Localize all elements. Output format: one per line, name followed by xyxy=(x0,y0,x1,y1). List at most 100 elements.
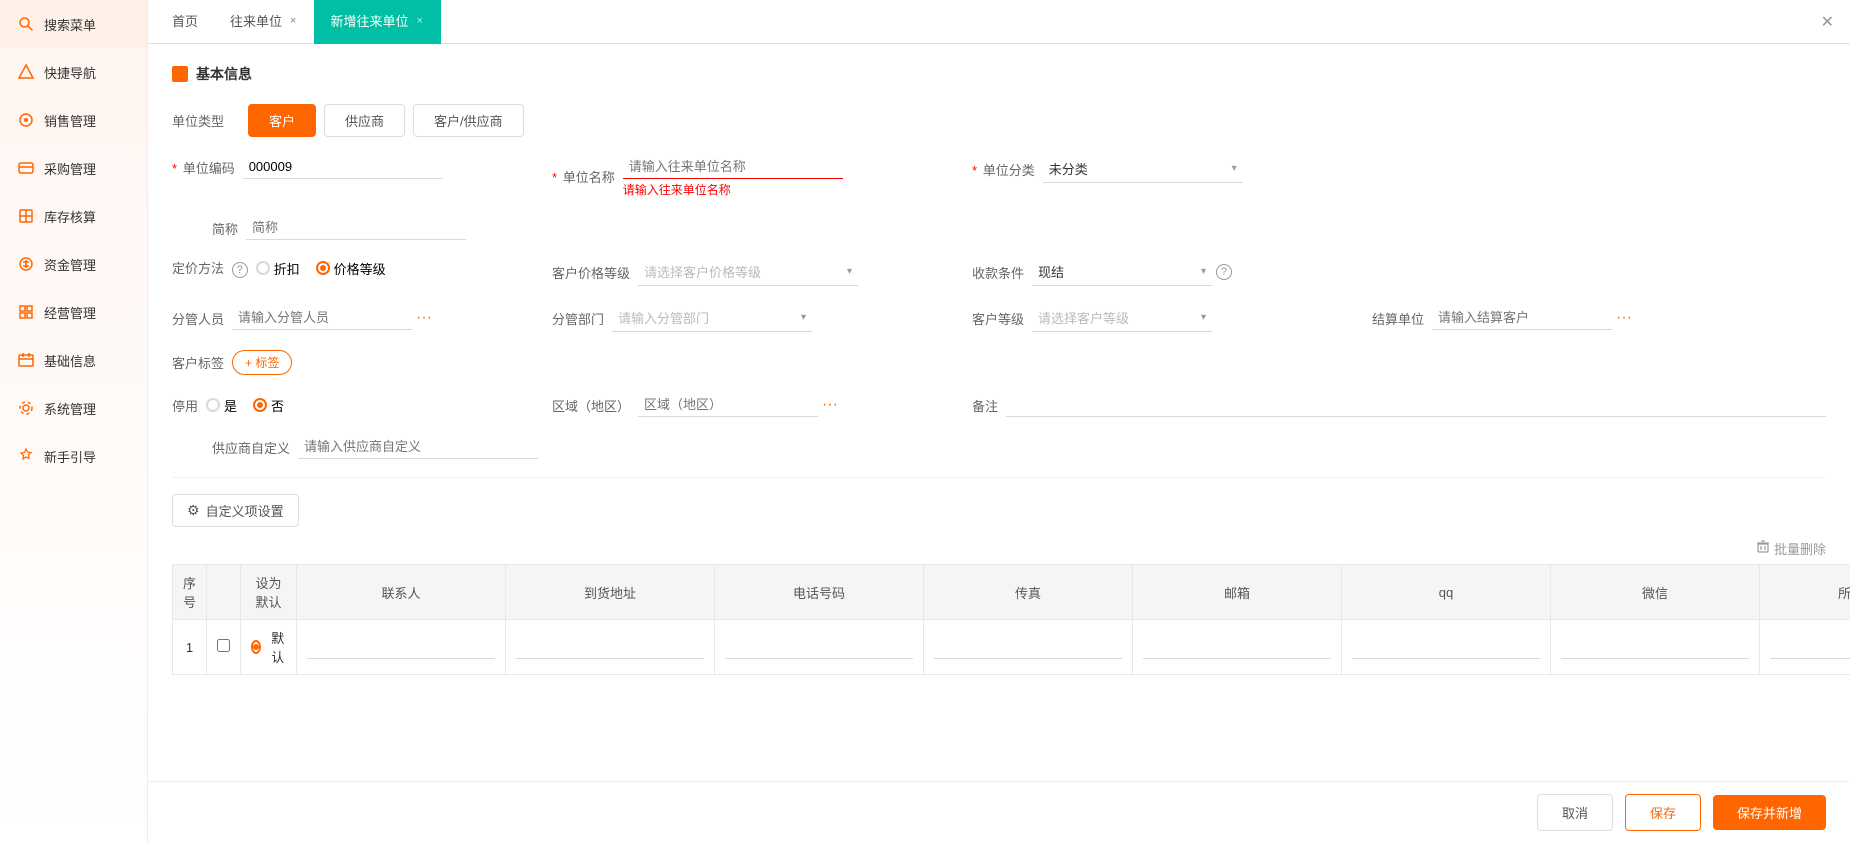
wechat-input[interactable] xyxy=(1561,635,1749,659)
contact-input[interactable] xyxy=(307,635,495,659)
manager-field: 分管人员 ··· xyxy=(172,306,512,330)
region-row-input[interactable] xyxy=(1770,635,1850,659)
manager-label: 分管人员 xyxy=(172,309,232,328)
remarks-input[interactable] xyxy=(1006,393,1826,417)
tab-trade-units[interactable]: 往来单位 × xyxy=(214,0,314,44)
cell-check[interactable] xyxy=(207,620,241,675)
dept-select[interactable]: 请输入分管部门 ▾ xyxy=(612,304,812,332)
qq-input[interactable] xyxy=(1352,635,1540,659)
tab-new-trade-unit-close[interactable]: × xyxy=(414,15,424,27)
payment-terms-select[interactable]: 现结 ▾ xyxy=(1032,258,1212,286)
radio-discount-label: 折扣 xyxy=(274,259,300,278)
unit-category-required: * xyxy=(972,163,977,178)
default-radio[interactable]: 默认 xyxy=(251,628,286,666)
unit-btn-supplier[interactable]: 供应商 xyxy=(324,104,405,137)
save-new-button[interactable]: 保存并新增 xyxy=(1713,795,1826,830)
save-button[interactable]: 保存 xyxy=(1625,794,1701,831)
window-close-btn[interactable]: ✕ xyxy=(1813,12,1842,32)
manager-ellipsis[interactable]: ··· xyxy=(412,309,436,327)
row-checkbox[interactable] xyxy=(217,639,230,652)
cell-contact[interactable] xyxy=(297,620,506,675)
unit-name-input[interactable] xyxy=(623,155,843,179)
settlement-unit-input[interactable] xyxy=(1432,306,1612,330)
settlement-ellipsis[interactable]: ··· xyxy=(1612,309,1636,327)
radio-yes[interactable]: 是 xyxy=(206,396,237,415)
unit-type-field: 单位类型 客户 供应商 客户/供应商 xyxy=(172,104,524,137)
region-field: 区域（地区） ··· xyxy=(552,393,932,417)
supplier-custom-field: 供应商自定义 xyxy=(212,435,552,459)
phone-input[interactable] xyxy=(725,635,913,659)
supplier-custom-input[interactable] xyxy=(298,435,538,459)
sidebar-item-quick-nav[interactable]: 快捷导航 xyxy=(0,48,147,96)
manager-input[interactable] xyxy=(232,306,412,330)
payment-terms-label: 收款条件 xyxy=(972,263,1032,282)
radio-discount[interactable]: 折扣 xyxy=(256,259,300,278)
customer-price-level-select[interactable]: 请选择客户价格等级 ▾ xyxy=(638,258,858,286)
unit-category-label: * 单位分类 xyxy=(972,160,1043,179)
pricing-method-field: 定价方法 ? 折扣 价格等级 xyxy=(172,258,512,278)
region-input[interactable] xyxy=(638,393,818,417)
batch-delete-button[interactable]: 批量删除 xyxy=(1756,539,1826,558)
sidebar-item-sales[interactable]: 销售管理 xyxy=(0,96,147,144)
tab-home[interactable]: 首页 xyxy=(156,0,214,44)
radio-price-level[interactable]: 价格等级 xyxy=(316,259,386,278)
custom-settings-button[interactable]: ⚙ 自定义项设置 xyxy=(172,494,299,527)
sidebar-item-basic[interactable]: 基础信息 xyxy=(0,336,147,384)
sidebar-search[interactable]: 搜索菜单 xyxy=(0,0,147,48)
address-input[interactable] xyxy=(516,635,704,659)
customer-price-level-chevron: ▾ xyxy=(847,266,852,277)
unit-btn-both[interactable]: 客户/供应商 xyxy=(413,104,524,137)
cell-region[interactable] xyxy=(1760,620,1850,675)
customer-level-field: 客户等级 请选择客户等级 ▾ xyxy=(972,304,1332,332)
unit-category-select[interactable]: 未分类 ▾ xyxy=(1043,155,1243,183)
unit-code-required: * xyxy=(172,161,177,176)
cell-wechat[interactable] xyxy=(1551,620,1760,675)
short-name-input[interactable] xyxy=(246,216,466,240)
region-ellipsis[interactable]: ··· xyxy=(818,396,842,414)
add-tag-button[interactable]: + 标签 xyxy=(232,350,292,375)
tab-trade-units-close[interactable]: × xyxy=(288,15,298,27)
email-input[interactable] xyxy=(1143,635,1331,659)
cell-qq[interactable] xyxy=(1342,620,1551,675)
unit-name-wrapper: 请输入往来单位名称 xyxy=(623,155,932,198)
unit-btn-customer[interactable]: 客户 xyxy=(248,104,316,137)
cell-email[interactable] xyxy=(1133,620,1342,675)
tab-new-trade-unit[interactable]: 新增往来单位 × xyxy=(314,0,440,44)
radio-no[interactable]: 否 xyxy=(253,396,284,415)
sidebar-item-inventory[interactable]: 库存核算 xyxy=(0,192,147,240)
unit-code-input[interactable] xyxy=(243,155,443,179)
new-user-icon xyxy=(16,446,36,466)
sidebar: 搜索菜单 快捷导航 销售管理 采购管理 库存核算 资金管理 经营管理 xyxy=(0,0,148,843)
customer-tag-row: 客户标签 + 标签 xyxy=(172,350,1826,375)
pricing-help-icon[interactable]: ? xyxy=(232,262,248,278)
unit-type-row: 单位类型 客户 供应商 客户/供应商 xyxy=(172,104,1826,137)
batch-delete-area: 批量删除 xyxy=(172,539,1826,558)
sidebar-item-new-user[interactable]: 新手引导 xyxy=(0,432,147,480)
th-qq: qq xyxy=(1342,565,1551,620)
fax-input[interactable] xyxy=(934,635,1122,659)
cell-phone[interactable] xyxy=(715,620,924,675)
cancel-button[interactable]: 取消 xyxy=(1537,794,1613,831)
radio-yes-circle xyxy=(206,398,220,412)
sidebar-item-purchase[interactable]: 采购管理 xyxy=(0,144,147,192)
customer-price-level-placeholder: 请选择客户价格等级 xyxy=(644,262,761,281)
radio-yes-label: 是 xyxy=(224,396,237,415)
tab-trade-units-label: 往来单位 xyxy=(230,11,282,30)
cell-address[interactable] xyxy=(506,620,715,675)
customer-level-select[interactable]: 请选择客户等级 ▾ xyxy=(1032,304,1212,332)
sidebar-label-quick-nav: 快捷导航 xyxy=(44,63,96,82)
default-radio-label: 默认 xyxy=(269,628,286,666)
sidebar-item-operations[interactable]: 经营管理 xyxy=(0,288,147,336)
th-check xyxy=(207,565,241,620)
dept-label: 分管部门 xyxy=(552,309,612,328)
sidebar-item-system[interactable]: 系统管理 xyxy=(0,384,147,432)
sidebar-label-basic: 基础信息 xyxy=(44,351,96,370)
cell-fax[interactable] xyxy=(924,620,1133,675)
unit-type-label: 单位类型 xyxy=(172,111,232,130)
unit-type-group: 客户 供应商 客户/供应商 xyxy=(248,104,524,137)
unit-name-label: * 单位名称 xyxy=(552,167,623,186)
payment-terms-help-icon[interactable]: ? xyxy=(1216,264,1232,280)
cell-default[interactable]: 默认 xyxy=(241,620,297,675)
manager-row: 分管人员 ··· 分管部门 请输入分管部门 ▾ 客户等级 请选择客户等级 ▾ 结… xyxy=(172,304,1826,332)
sidebar-item-capital[interactable]: 资金管理 xyxy=(0,240,147,288)
